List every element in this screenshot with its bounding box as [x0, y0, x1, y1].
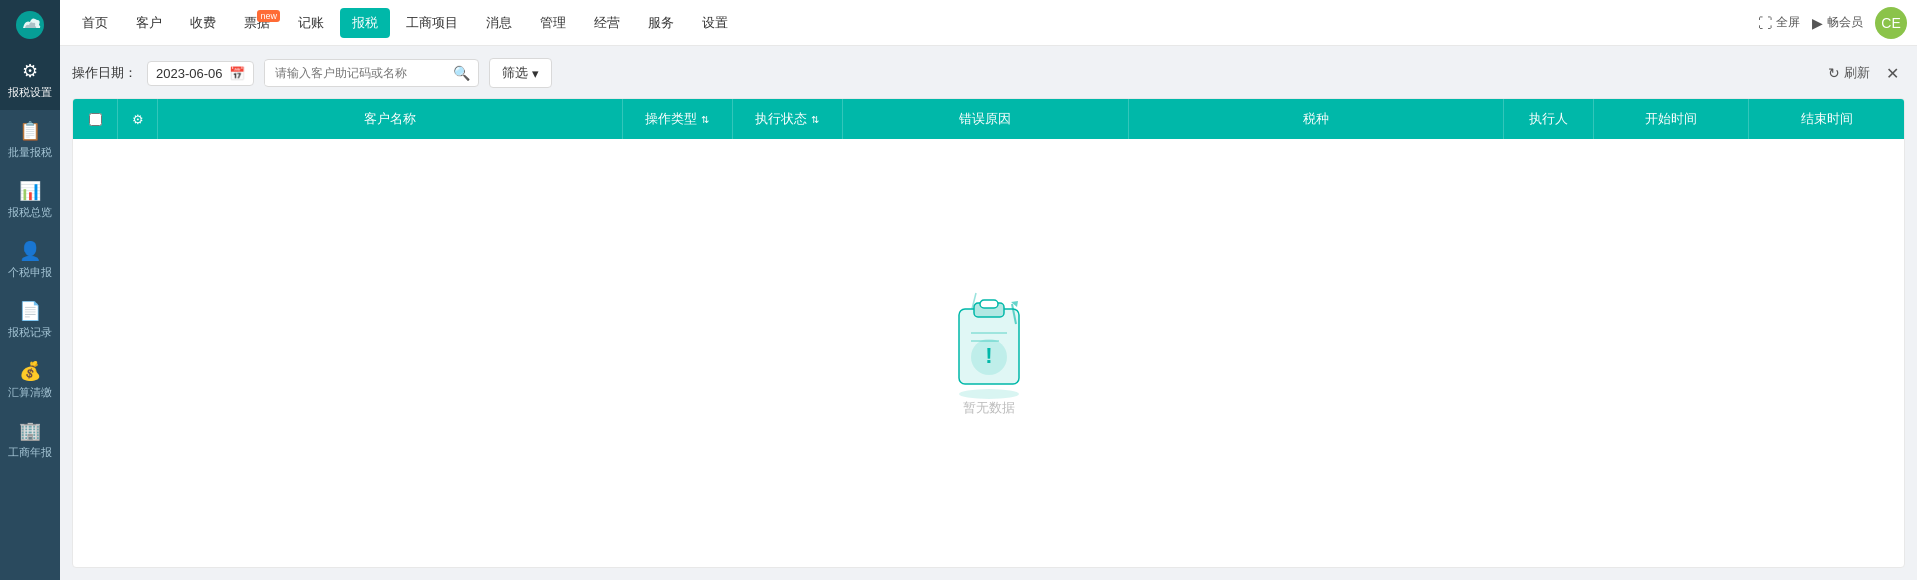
sidebar-item-geshui[interactable]: 👤 个税申报	[0, 230, 60, 290]
refresh-icon: ↻	[1828, 65, 1840, 81]
date-label: 操作日期：	[72, 64, 137, 82]
user-avatar[interactable]: CE	[1875, 7, 1907, 39]
nav-gongshang[interactable]: 工商项目	[394, 8, 470, 38]
th-settings[interactable]: ⚙	[118, 99, 158, 139]
calendar-icon: 📅	[229, 66, 245, 81]
nav-jizhang[interactable]: 记账	[286, 8, 336, 38]
svg-rect-4	[980, 300, 998, 308]
nav-piaoju[interactable]: 票据 new	[232, 8, 282, 38]
batch-tax-icon: 📋	[19, 120, 41, 142]
new-badge: new	[257, 10, 280, 23]
nav-customer[interactable]: 客户	[124, 8, 174, 38]
data-table: ⚙ 客户名称 操作类型 ⇅ 执行状态 ⇅ 错误原因 税种	[72, 98, 1905, 568]
search-input[interactable]	[265, 61, 445, 85]
date-picker[interactable]: 2023-06-06 📅	[147, 61, 254, 86]
table-header: ⚙ 客户名称 操作类型 ⇅ 执行状态 ⇅ 错误原因 税种	[73, 99, 1904, 139]
nav-homepage[interactable]: 首页	[70, 8, 120, 38]
nav-shezhi[interactable]: 设置	[690, 8, 740, 38]
sidebar-item-label: 报税记录	[8, 325, 52, 340]
tax-overview-icon: 📊	[19, 180, 41, 202]
chevron-down-icon: ▾	[532, 66, 539, 81]
tax-record-icon: 📄	[19, 300, 41, 322]
filter-button[interactable]: 筛选 ▾	[489, 58, 552, 88]
search-button[interactable]: 🔍	[445, 60, 478, 86]
main-content: 首页 客户 收费 票据 new 记账 报税 工商项目 消息 管理 经营 服务 设…	[60, 0, 1917, 580]
th-executor: 执行人	[1504, 99, 1594, 139]
vip-button[interactable]: ▶ 畅会员	[1812, 14, 1863, 31]
annual-report-icon: 🏢	[19, 420, 41, 442]
app-logo	[0, 0, 60, 50]
nav-jingying[interactable]: 经营	[582, 8, 632, 38]
sidebar-item-label: 报税设置	[8, 85, 52, 100]
close-button[interactable]: ✕	[1880, 62, 1905, 85]
nav-xiaoxi[interactable]: 消息	[474, 8, 524, 38]
th-status[interactable]: 执行状态 ⇅	[733, 99, 843, 139]
th-checkbox[interactable]	[73, 99, 118, 139]
search-icon: 🔍	[453, 65, 470, 81]
nav-guanli[interactable]: 管理	[528, 8, 578, 38]
search-box: 🔍	[264, 59, 479, 87]
nav-baoshui[interactable]: 报税	[340, 8, 390, 38]
refresh-button[interactable]: ↻ 刷新	[1828, 64, 1870, 82]
personal-tax-icon: 👤	[19, 240, 41, 262]
th-starttime: 开始时间	[1594, 99, 1749, 139]
toolbar: 操作日期： 2023-06-06 📅 🔍 筛选 ▾ ↻ 刷新 ✕	[72, 58, 1905, 88]
svg-text:!: !	[985, 343, 992, 368]
date-value: 2023-06-06	[156, 66, 223, 81]
sidebar-item-huisuan[interactable]: 💰 汇算清缴	[0, 350, 60, 410]
sidebar-item-baoshuijilu[interactable]: 📄 报税记录	[0, 290, 60, 350]
fullscreen-button[interactable]: ⛶ 全屏	[1758, 14, 1800, 31]
sort-icon-status: ⇅	[811, 114, 819, 125]
empty-text: 暂无数据	[963, 399, 1015, 417]
navbar-right: ⛶ 全屏 ▶ 畅会员 CE	[1758, 7, 1907, 39]
sidebar-item-baoshui-shezhi[interactable]: ⚙ 报税设置	[0, 50, 60, 110]
th-optype[interactable]: 操作类型 ⇅	[623, 99, 733, 139]
sidebar-item-label: 汇算清缴	[8, 385, 52, 400]
sidebar: ⚙ 报税设置 📋 批量报税 📊 报税总览 👤 个税申报 📄 报税记录 💰 汇算清…	[0, 0, 60, 580]
sidebar-item-baoshuizonglan[interactable]: 📊 报税总览	[0, 170, 60, 230]
column-settings-icon: ⚙	[132, 112, 144, 127]
sidebar-item-gongshang[interactable]: 🏢 工商年报	[0, 410, 60, 470]
sidebar-item-piliangbaoshui[interactable]: 📋 批量报税	[0, 110, 60, 170]
empty-illustration: !	[944, 289, 1034, 399]
th-error: 错误原因	[843, 99, 1129, 139]
sidebar-item-label: 批量报税	[8, 145, 52, 160]
top-navbar: 首页 客户 收费 票据 new 记账 报税 工商项目 消息 管理 经营 服务 设…	[60, 0, 1917, 46]
svg-point-1	[959, 389, 1019, 399]
nav-shoufei[interactable]: 收费	[178, 8, 228, 38]
sidebar-item-label: 报税总览	[8, 205, 52, 220]
th-endtime: 结束时间	[1749, 99, 1904, 139]
sidebar-item-label: 个税申报	[8, 265, 52, 280]
fullscreen-icon: ⛶	[1758, 15, 1772, 31]
vip-icon: ▶	[1812, 15, 1823, 31]
th-client: 客户名称	[158, 99, 623, 139]
nav-fuwu[interactable]: 服务	[636, 8, 686, 38]
settlement-icon: 💰	[19, 360, 41, 382]
sidebar-item-label: 工商年报	[8, 445, 52, 460]
nav-items: 首页 客户 收费 票据 new 记账 报税 工商项目 消息 管理 经营 服务 设…	[70, 8, 1758, 38]
settings-icon: ⚙	[22, 60, 38, 82]
empty-state: ! 暂无数据	[73, 139, 1904, 567]
page-content: 操作日期： 2023-06-06 📅 🔍 筛选 ▾ ↻ 刷新 ✕	[60, 46, 1917, 580]
th-taxtype: 税种	[1129, 99, 1504, 139]
sort-icon-optype: ⇅	[701, 114, 709, 125]
select-all-checkbox[interactable]	[89, 113, 102, 126]
